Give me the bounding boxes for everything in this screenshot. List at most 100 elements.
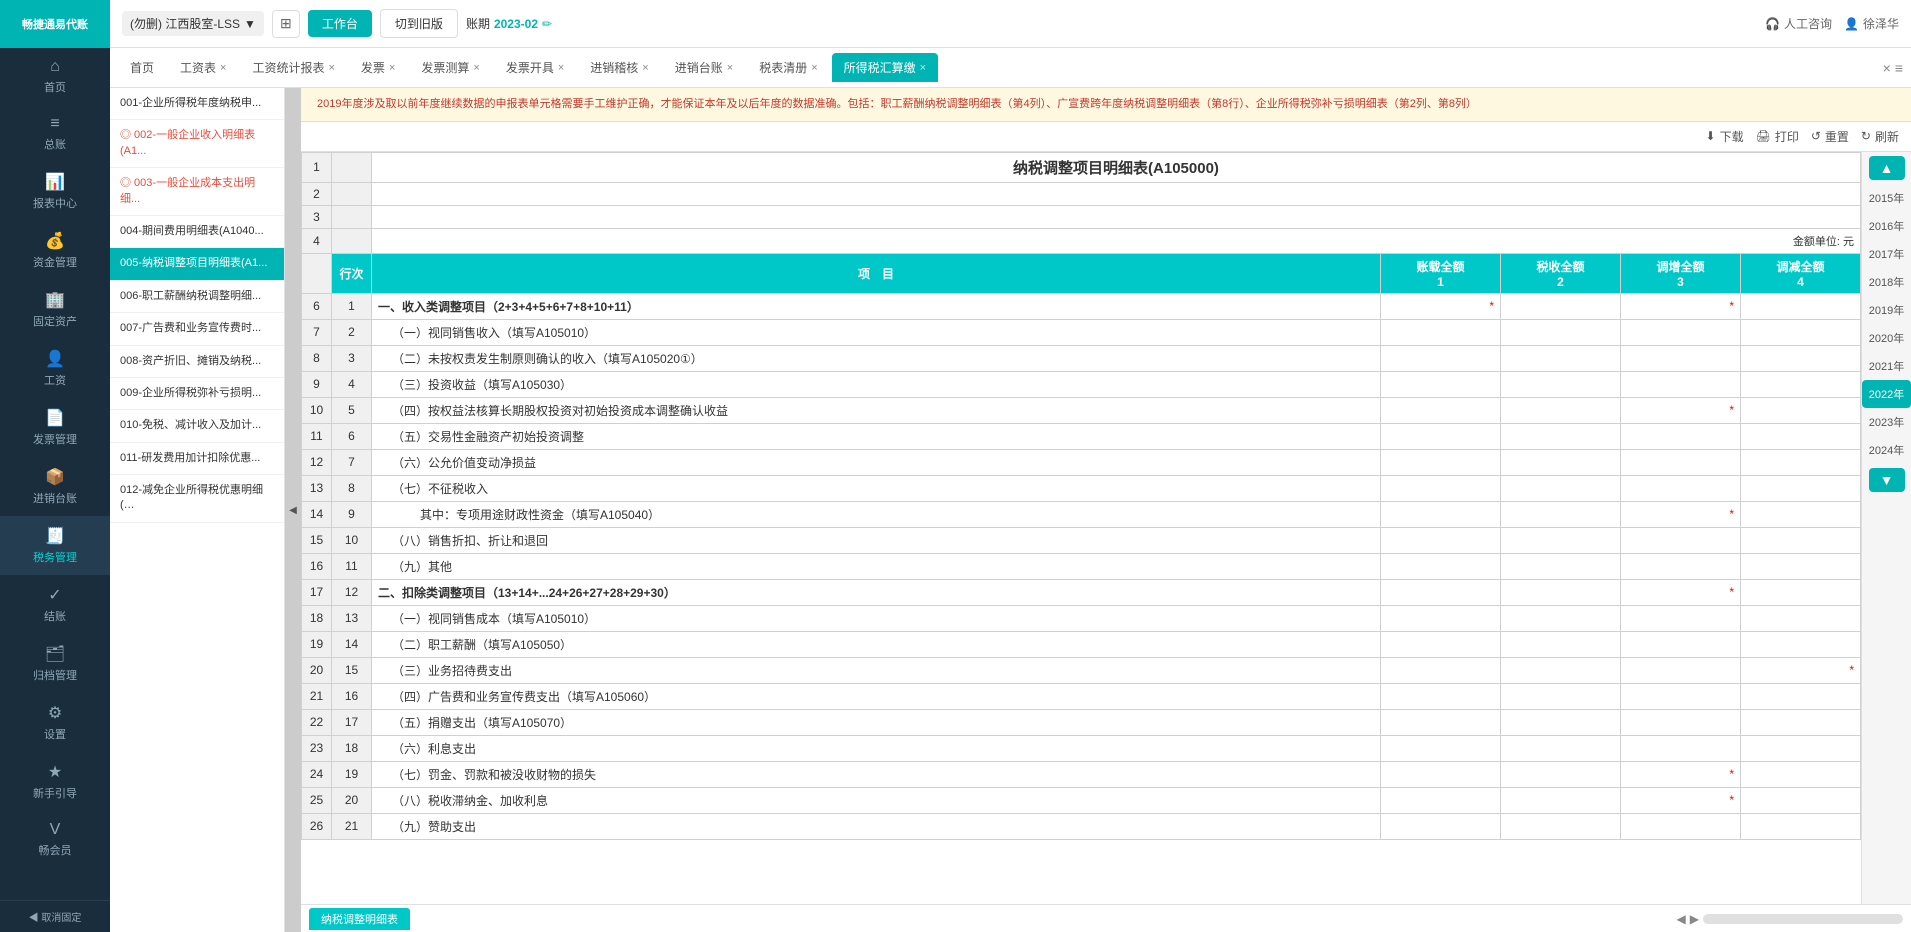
tab-inout-ledger[interactable]: 进销台账 × — [663, 53, 745, 82]
sidebar-item-archive[interactable]: 🗂 归档管理 — [0, 634, 110, 693]
scroll-bar-area[interactable] — [1703, 914, 1903, 924]
left-item-001[interactable]: 001-企业所得税年度纳税申... — [110, 88, 284, 120]
company-selector[interactable]: (勿删) 江西股室-LSS ▼ — [122, 11, 264, 36]
table-row: 9 4 （三）投资收益（填写A105030） — [302, 371, 1861, 397]
user-menu[interactable]: 👤 徐泽华 — [1844, 15, 1899, 32]
tab-salary-report[interactable]: 工资统计报表 × — [240, 53, 346, 82]
left-item-002[interactable]: ◎ 002-一般企业收入明细表(A1... — [110, 120, 284, 168]
close-all-btn[interactable]: × — [1883, 60, 1891, 76]
year-2017[interactable]: 2017年 — [1862, 240, 1911, 268]
table-title: 纳税调整项目明细表(A105000) — [372, 152, 1861, 182]
table-row: 11 6 （五）交易性金融资产初始投资调整 — [302, 423, 1861, 449]
year-2021[interactable]: 2021年 — [1862, 352, 1911, 380]
nav-menu-btn[interactable]: ≡ — [1895, 60, 1903, 76]
tab-close-inout-ledger[interactable]: × — [727, 62, 733, 74]
left-item-012[interactable]: 012-减免企业所得税优惠明细(… — [110, 475, 284, 523]
year-up-btn[interactable]: ▲ — [1869, 156, 1905, 180]
year-down-btn[interactable]: ▼ — [1869, 468, 1905, 492]
download-btn[interactable]: ⬇ 下载 — [1706, 128, 1744, 145]
panel-collapse-btn[interactable]: ◀ — [285, 88, 301, 932]
left-item-010[interactable]: 010-免税、减计收入及加计... — [110, 410, 284, 442]
home-icon: ⌂ — [50, 58, 60, 76]
table-row: 4 金额单位: 元 — [302, 228, 1861, 253]
col-header-1: 账载全额1 — [1381, 253, 1501, 293]
sidebar-collapse-btn[interactable]: ◀ 取消固定 — [0, 900, 110, 932]
table-row: 3 — [302, 205, 1861, 228]
tab-close-income-tax[interactable]: × — [920, 62, 926, 74]
left-item-007[interactable]: 007-广告费和业务宣传费时... — [110, 313, 284, 345]
tab-invoice[interactable]: 发票 × — [349, 53, 407, 82]
tab-tax-table[interactable]: 税表清册 × — [747, 53, 829, 82]
sidebar-item-stock[interactable]: 📦 进销台账 — [0, 457, 110, 516]
sidebar-nav: ⌂ 首页 ≡ 总账 📊 报表中心 💰 资金管理 🏢 固定资产 👤 工资 📄 发票… — [0, 48, 110, 900]
tab-close-salary-report[interactable]: × — [328, 62, 334, 74]
tab-close-invoice-issue[interactable]: × — [558, 62, 564, 74]
print-btn[interactable]: 🖨 打印 — [1756, 128, 1799, 145]
tab-invoice-calc[interactable]: 发票测算 × — [409, 53, 491, 82]
sidebar-item-report[interactable]: 📊 报表中心 — [0, 162, 110, 221]
year-2016[interactable]: 2016年 — [1862, 212, 1911, 240]
workbench-btn[interactable]: 工作台 — [308, 10, 372, 37]
close-icon: ✓ — [48, 585, 61, 605]
refresh-icon: ↻ — [1861, 129, 1871, 143]
year-2018[interactable]: 2018年 — [1862, 268, 1911, 296]
year-2015[interactable]: 2015年 — [1862, 184, 1911, 212]
tab-close-salary[interactable]: × — [220, 62, 226, 74]
period-edit-icon[interactable]: ✏ — [542, 17, 552, 31]
right-main: 2019年度涉及取以前年度继续数据的申报表单元格需要手工维护正确，才能保证本年及… — [301, 88, 1911, 932]
content-area: 001-企业所得税年度纳税申... ◎ 002-一般企业收入明细表(A1... … — [110, 88, 1911, 932]
tab-close-tax-table[interactable]: × — [811, 62, 817, 74]
tab-salary[interactable]: 工资表 × — [168, 53, 238, 82]
left-item-003[interactable]: ◎ 003-一般企业成本支出明细... — [110, 168, 284, 216]
table-row: 12 7 （六）公允价值变动净损益 — [302, 449, 1861, 475]
sidebar-item-member[interactable]: V 畅会员 — [0, 811, 110, 868]
tab-income-tax[interactable]: 所得税汇算缴 × — [832, 53, 938, 82]
tab-home[interactable]: 首页 — [118, 53, 166, 82]
sidebar-item-tax[interactable]: 🧾 税务管理 — [0, 516, 110, 575]
left-item-009[interactable]: 009-企业所得税弥补亏损明... — [110, 378, 284, 410]
left-item-004[interactable]: 004-期间费用明细表(A1040... — [110, 216, 284, 248]
tab-inout-check[interactable]: 进销稽核 × — [578, 53, 660, 82]
sidebar-item-close[interactable]: ✓ 结账 — [0, 575, 110, 634]
sidebar-item-guide[interactable]: ★ 新手引导 — [0, 752, 110, 811]
reset-btn[interactable]: ↺ 重置 — [1811, 128, 1849, 145]
salary-icon: 👤 — [45, 349, 65, 369]
col-header-4: 调减全额4 — [1741, 253, 1861, 293]
col-header-2: 税收全额2 — [1501, 253, 1621, 293]
left-item-005[interactable]: 005-纳税调整项目明细表(A1... — [110, 248, 284, 280]
topbar: (勿删) 江西股室-LSS ▼ ⊞ 工作台 切到旧版 账期 2023-02 ✏ … — [110, 0, 1911, 48]
tab-close-invoice-calc[interactable]: × — [473, 62, 479, 74]
scroll-right-btn[interactable]: ▶ — [1690, 912, 1699, 926]
sidebar-item-ledger[interactable]: ≡ 总账 — [0, 105, 110, 162]
switch-old-btn[interactable]: 切到旧版 — [380, 9, 458, 38]
sidebar-item-assets[interactable]: 💰 资金管理 — [0, 221, 110, 280]
sidebar-item-fixed[interactable]: 🏢 固定资产 — [0, 280, 110, 339]
table-row: 18 13 （一）视同销售成本（填写A105010） — [302, 605, 1861, 631]
customer-service-btn[interactable]: 🎧 人工咨询 — [1765, 15, 1832, 32]
left-item-006[interactable]: 006-职工薪酬纳税调整明细... — [110, 281, 284, 313]
invoice-icon: 📄 — [45, 408, 65, 428]
guide-icon: ★ — [48, 762, 62, 782]
sidebar-item-home[interactable]: ⌂ 首页 — [0, 48, 110, 105]
left-item-008[interactable]: 008-资产折旧、摊销及纳税... — [110, 346, 284, 378]
scroll-controls: ◀ ▶ — [1677, 912, 1903, 926]
scroll-left-btn[interactable]: ◀ — [1677, 912, 1686, 926]
year-2020[interactable]: 2020年 — [1862, 324, 1911, 352]
table-row: 23 18 （六）利息支出 — [302, 735, 1861, 761]
sidebar-item-invoice[interactable]: 📄 发票管理 — [0, 398, 110, 457]
year-2022[interactable]: 2022年 — [1862, 380, 1911, 408]
table-row: 10 5 （四）按权益法核算长期股权投资对初始投资成本调整确认收益 * — [302, 397, 1861, 423]
left-item-011[interactable]: 011-研发费用加计扣除优惠... — [110, 443, 284, 475]
table-row: 21 16 （四）广告费和业务宣传费支出（填写A105060） — [302, 683, 1861, 709]
sidebar-item-salary[interactable]: 👤 工资 — [0, 339, 110, 398]
tab-invoice-issue[interactable]: 发票开具 × — [494, 53, 576, 82]
copy-btn[interactable]: ⊞ — [272, 10, 300, 38]
bottom-tab-adjust[interactable]: 纳税调整明细表 — [309, 908, 410, 930]
sidebar-item-settings[interactable]: ⚙ 设置 — [0, 693, 110, 752]
tab-close-inout-check[interactable]: × — [642, 62, 648, 74]
year-2023[interactable]: 2023年 — [1862, 408, 1911, 436]
year-2024[interactable]: 2024年 — [1862, 436, 1911, 464]
year-2019[interactable]: 2019年 — [1862, 296, 1911, 324]
tab-close-invoice[interactable]: × — [389, 62, 395, 74]
refresh-btn[interactable]: ↻ 刷新 — [1861, 128, 1899, 145]
